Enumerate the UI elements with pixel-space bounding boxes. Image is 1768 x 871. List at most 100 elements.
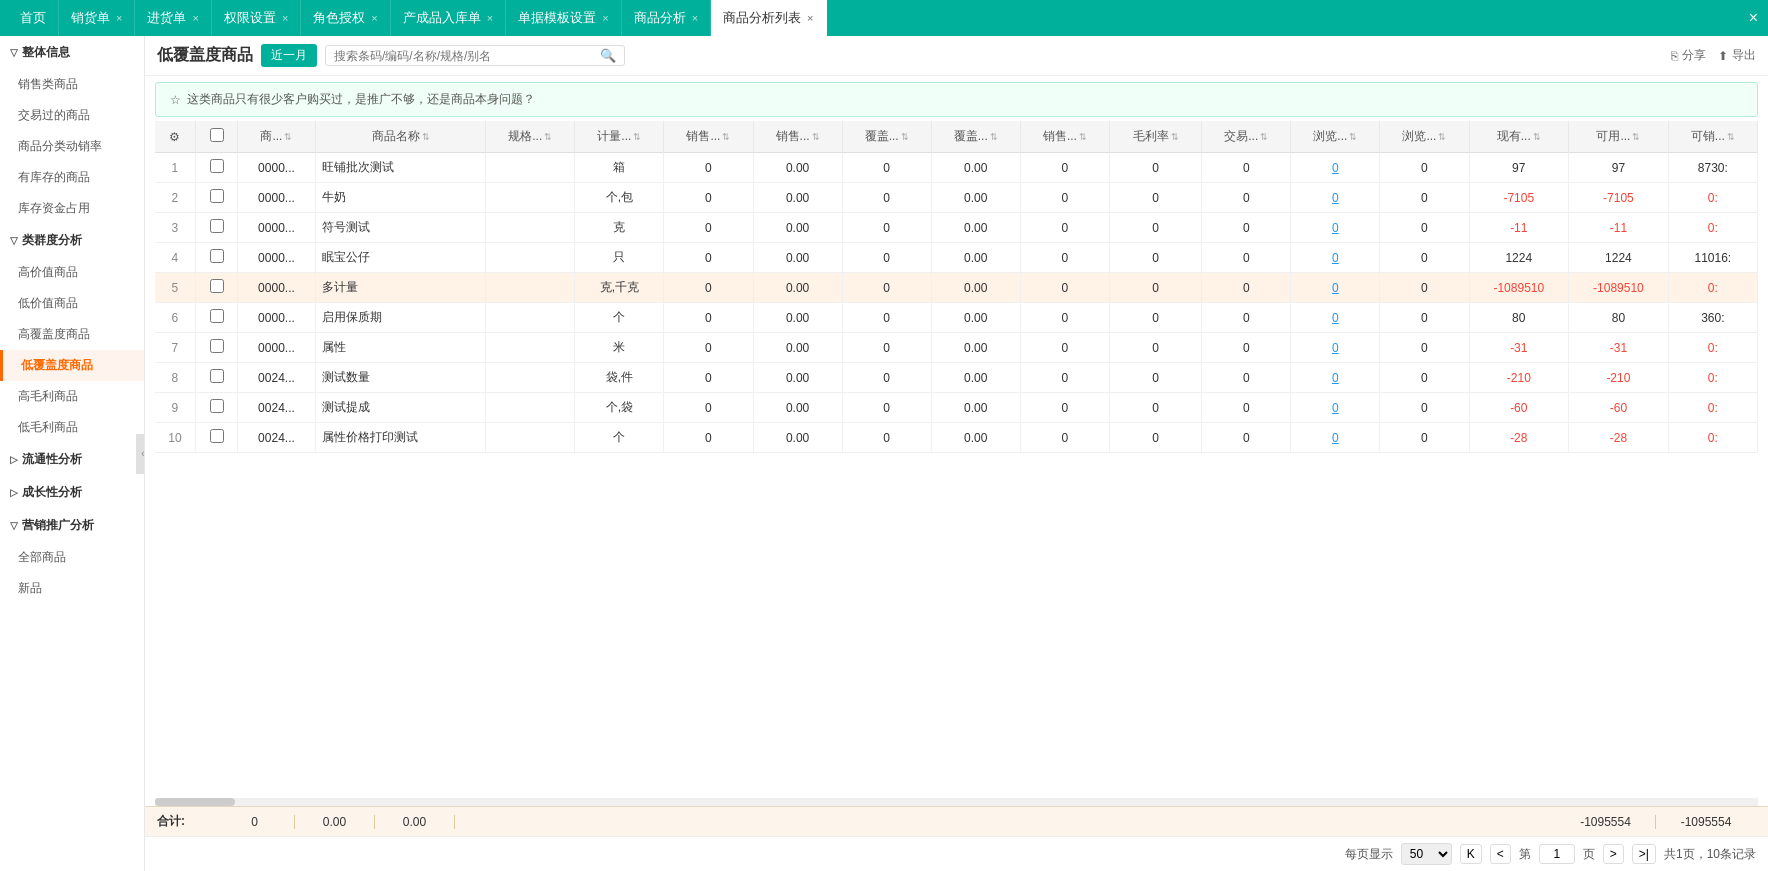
th-unit[interactable]: 计量...⇅ [575,121,664,153]
prev-page-button[interactable]: < [1490,844,1511,864]
table-cell[interactable]: 0 [1291,243,1380,273]
nav-role-auth[interactable]: 角色授权 × [301,0,390,36]
table-cell[interactable] [195,303,237,333]
th-coverage2[interactable]: 覆盖...⇅ [931,121,1020,153]
th-spec[interactable]: 规格...⇅ [486,121,575,153]
sidebar-item-high-coverage[interactable]: 高覆盖度商品 [0,319,144,350]
sidebar-item-low-coverage[interactable]: 低覆盖度商品 [0,350,144,381]
table-cell[interactable]: 0 [1291,273,1380,303]
nav-purchase-order[interactable]: 进货单 × [135,0,211,36]
sidebar-section-liquidity[interactable]: ▷ 流通性分析 [0,443,144,476]
search-input[interactable] [334,49,600,63]
th-checkbox[interactable] [195,121,237,153]
next-page-button[interactable]: > [1603,844,1624,864]
table-cell: 0 [1380,363,1469,393]
nav-sales-order[interactable]: 销货单 × [59,0,135,36]
th-browse2[interactable]: 浏览...⇅ [1380,121,1469,153]
nav-product-analysis-list[interactable]: 商品分析列表 × [711,0,826,36]
filter-period-button[interactable]: 近一月 [261,44,317,67]
page-size-select[interactable]: 50 20 100 [1401,843,1452,865]
share-button[interactable]: ⎘ 分享 [1671,47,1706,64]
th-code[interactable]: 商...⇅ [238,121,316,153]
th-browse1[interactable]: 浏览...⇅ [1291,121,1380,153]
sidebar-item-inventory-capital[interactable]: 库存资金占用 [0,193,144,224]
sidebar-item-stocked-products[interactable]: 有库存的商品 [0,162,144,193]
sidebar-item-high-margin[interactable]: 高毛利商品 [0,381,144,412]
nav-product-inbound[interactable]: 产成品入库单 × [391,0,506,36]
table-cell: 3 [155,213,195,243]
sidebar-section-cluster[interactable]: ▽ 类群度分析 [0,224,144,257]
th-trade[interactable]: 交易...⇅ [1202,121,1291,153]
table-cell: 0 [1109,393,1201,423]
table-cell: 80 [1569,303,1669,333]
nav-template-settings[interactable]: 单据模板设置 × [506,0,621,36]
sort-icon: ⇅ [1632,132,1640,142]
sidebar-section-overall[interactable]: ▽ 整体信息 [0,36,144,69]
table-cell[interactable]: 0 [1291,213,1380,243]
table-cell[interactable] [195,423,237,453]
nav-close-icon[interactable]: × [602,12,608,24]
table-cell: 0 [664,303,753,333]
page-number-input[interactable] [1539,844,1575,864]
nav-close-icon[interactable]: × [116,12,122,24]
table-cell[interactable]: 0 [1291,393,1380,423]
th-saleable[interactable]: 可销...⇅ [1668,121,1757,153]
table-cell[interactable] [195,363,237,393]
sidebar-item-sales-products[interactable]: 销售类商品 [0,69,144,100]
th-settings[interactable]: ⚙ [155,121,195,153]
table-cell[interactable] [195,183,237,213]
table-cell[interactable]: 0 [1291,333,1380,363]
export-button[interactable]: ⬆ 导出 [1718,47,1756,64]
sidebar-item-low-value[interactable]: 低价值商品 [0,288,144,319]
scrollbar-thumb[interactable] [155,798,235,806]
nav-close-icon[interactable]: × [487,12,493,24]
table-cell[interactable] [195,273,237,303]
table-row: 70000...属性米00.0000.0000000-31-310: [155,333,1758,363]
table-cell[interactable]: 0 [1291,153,1380,183]
nav-close-icon[interactable]: × [692,12,698,24]
th-sales-count[interactable]: 销售...⇅ [1020,121,1109,153]
table-cell[interactable] [195,393,237,423]
th-sales-amt[interactable]: 销售...⇅ [753,121,842,153]
table-cell[interactable]: 0 [1291,303,1380,333]
sidebar-item-high-value[interactable]: 高价值商品 [0,257,144,288]
table-cell: 0 [842,333,931,363]
th-available-stock[interactable]: 可用...⇅ [1569,121,1669,153]
table-cell[interactable]: 0 [1291,423,1380,453]
nav-close-icon[interactable]: × [192,12,198,24]
table-cell: 0 [1380,273,1469,303]
sidebar-section-marketing[interactable]: ▽ 营销推广分析 [0,509,144,542]
table-cell[interactable]: 0 [1291,363,1380,393]
table-cell [486,213,575,243]
nav-close-icon-active[interactable]: × [807,12,813,24]
table-cell[interactable] [195,213,237,243]
th-name[interactable]: 商品名称⇅ [315,121,485,153]
nav-permission-settings[interactable]: 权限设置 × [212,0,301,36]
sidebar-collapse-button[interactable]: « [136,434,145,474]
horizontal-scrollbar[interactable] [155,798,1758,806]
nav-close-icon[interactable]: × [371,12,377,24]
last-page-button[interactable]: >| [1632,844,1656,864]
table-cell: 8 [155,363,195,393]
sidebar-item-all-products[interactable]: 全部商品 [0,542,144,573]
nav-product-analysis[interactable]: 商品分析 × [622,0,711,36]
sidebar-item-category-rate[interactable]: 商品分类动销率 [0,131,144,162]
nav-close-icon[interactable]: × [282,12,288,24]
table-cell[interactable] [195,333,237,363]
select-all-checkbox[interactable] [210,128,224,142]
first-page-button[interactable]: K [1460,844,1482,864]
sidebar-item-low-margin[interactable]: 低毛利商品 [0,412,144,443]
table-cell[interactable]: 0 [1291,183,1380,213]
sidebar-item-new-products[interactable]: 新品 [0,573,144,604]
window-close-button[interactable]: × [1749,9,1758,27]
th-coverage1[interactable]: 覆盖...⇅ [842,121,931,153]
nav-home[interactable]: 首页 [8,0,59,36]
table-cell[interactable] [195,243,237,273]
table-cell[interactable] [195,153,237,183]
th-current-stock[interactable]: 现有...⇅ [1469,121,1569,153]
table-row: 40000...眠宝公仔只00.0000.0000000122412241101… [155,243,1758,273]
th-gross-margin[interactable]: 毛利率⇅ [1109,121,1201,153]
sidebar-section-growth[interactable]: ▷ 成长性分析 [0,476,144,509]
th-sales-qty[interactable]: 销售...⇅ [664,121,753,153]
sidebar-item-traded-products[interactable]: 交易过的商品 [0,100,144,131]
